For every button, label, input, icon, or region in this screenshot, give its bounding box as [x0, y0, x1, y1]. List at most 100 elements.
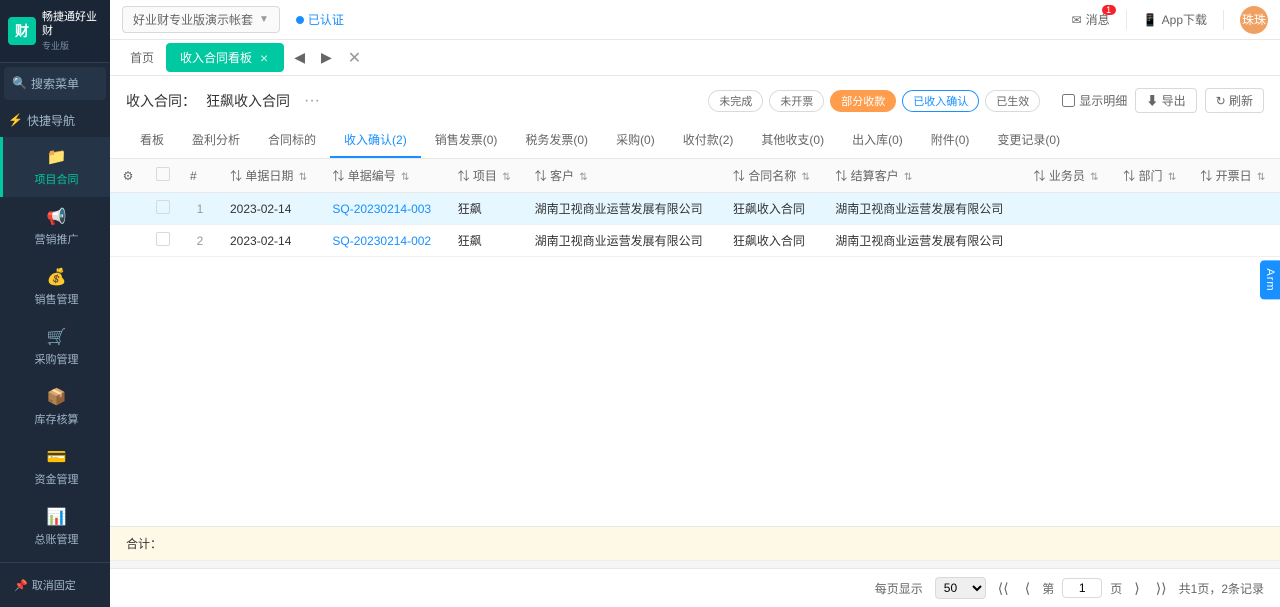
- sidebar-scroll: 🔍 搜索菜单 ⚡ 快捷导航 📁 项目合同 📢 营销推广 💰 销售管理 🛒 采购管…: [0, 63, 110, 562]
- sub-tab-purchase[interactable]: 采购(0): [602, 123, 669, 158]
- sidebar-quicknav-item[interactable]: ⚡ 快捷导航: [0, 104, 110, 137]
- col-project-header[interactable]: ⇅ 项目 ⇅: [448, 159, 525, 193]
- sub-tabs: 看板盈利分析合同标的收入确认(2)销售发票(0)税务发票(0)采购(0)收付款(…: [126, 123, 1264, 158]
- col-code-header[interactable]: ⇅ 单据编号 ⇅: [322, 159, 447, 193]
- sidebar-search-item[interactable]: 🔍 搜索菜单: [4, 67, 106, 100]
- sidebar-items: 📁 项目合同 📢 营销推广 💰 销售管理 🛒 采购管理 📦 库存核算 💳 资金管…: [0, 137, 110, 562]
- status-tag-4[interactable]: 已生效: [985, 90, 1040, 112]
- row-contract-1: 狂飙收入合同: [723, 225, 825, 257]
- row-settings-0: [110, 193, 146, 225]
- marketing-icon: 📢: [47, 207, 67, 227]
- sidebar-item-inventory[interactable]: 📦 库存核算: [0, 377, 110, 437]
- row-code-1[interactable]: SQ-20230214-002: [322, 225, 447, 257]
- table-wrapper[interactable]: ⚙#⇅ 单据日期 ⇅⇅ 单据编号 ⇅⇅ 项目 ⇅⇅ 客户 ⇅⇅ 合同名称 ⇅⇅ …: [110, 159, 1280, 526]
- chevron-down-icon: ▼: [259, 14, 269, 25]
- sidebar-item-sales[interactable]: 💰 销售管理: [0, 257, 110, 317]
- show-detail-checkbox[interactable]: [1062, 94, 1075, 107]
- col-checkbox[interactable]: [146, 159, 180, 193]
- sub-tab-receipt[interactable]: 收付款(2): [669, 123, 748, 158]
- col-open-date-header[interactable]: ⇅ 开票日 ⇅: [1190, 159, 1280, 193]
- header-actions: 显示明细 ⬇ 导出 ↻ 刷新: [1062, 88, 1264, 113]
- user-avatar[interactable]: 珠珠: [1240, 6, 1268, 34]
- row-project-0: 狂飙: [448, 193, 525, 225]
- sub-tab-tax-invoice[interactable]: 税务发票(0): [511, 123, 602, 158]
- col-salesman-header[interactable]: ⇅ 业务员 ⇅: [1023, 159, 1113, 193]
- last-page-button[interactable]: ⟩⟩: [1152, 578, 1171, 599]
- income-contract-tab[interactable]: 收入合同看板 ×: [166, 43, 284, 72]
- sub-tab-change-log[interactable]: 变更记录(0): [983, 123, 1074, 158]
- settings-icon[interactable]: ⚙: [123, 169, 134, 183]
- tab-prev-button[interactable]: ◀: [288, 47, 311, 68]
- message-button[interactable]: ✉ 消息 1: [1072, 11, 1110, 28]
- search-icon: 🔍: [12, 76, 27, 90]
- sub-tab-kanban[interactable]: 看板: [126, 123, 178, 158]
- status-tag-3[interactable]: 已收入确认: [902, 90, 979, 112]
- grid-icon: ⚡: [8, 113, 23, 127]
- home-tab[interactable]: 首页: [122, 45, 162, 70]
- sidebar: 财 畅捷通好业财 专业版 🔍 搜索菜单 ⚡ 快捷导航 📁 项目合同 📢 营销推广…: [0, 0, 110, 607]
- row-contract-0: 狂飙收入合同: [723, 193, 825, 225]
- prev-page-button[interactable]: ⟨: [1021, 578, 1034, 599]
- col-num-header: #: [180, 159, 220, 193]
- doc-code-link-1[interactable]: SQ-20230214-002: [332, 234, 431, 248]
- row-customer-1: 湖南卫视商业运营发展有限公司: [525, 225, 723, 257]
- app-logo-text: 畅捷通好业财 专业版: [42, 10, 102, 52]
- doc-code-link-0[interactable]: SQ-20230214-003: [332, 202, 431, 216]
- col-settings[interactable]: ⚙: [110, 159, 146, 193]
- company-selector[interactable]: 好业财专业版演示帐套 ▼: [122, 6, 280, 33]
- per-page-select[interactable]: 50 100 200: [935, 577, 986, 599]
- first-page-button[interactable]: ⟨⟨: [994, 578, 1013, 599]
- sidebar-item-capital[interactable]: 💳 资金管理: [0, 437, 110, 497]
- sidebar-bottom: 📌 取消固定: [0, 562, 110, 607]
- status-tag-1[interactable]: 未开票: [769, 90, 824, 112]
- select-all-checkbox[interactable]: [156, 167, 170, 181]
- app-logo-icon: 财: [8, 17, 36, 45]
- table-row[interactable]: 22023-02-14SQ-20230214-002狂飙湖南卫视商业运营发展有限…: [110, 225, 1280, 257]
- phone-icon: 📱: [1143, 13, 1158, 27]
- sub-tab-sales-invoice[interactable]: 销售发票(0): [421, 123, 512, 158]
- col-customer-header[interactable]: ⇅ 客户 ⇅: [525, 159, 723, 193]
- tab-next-button[interactable]: ▶: [315, 47, 338, 68]
- horizontal-scrollbar[interactable]: [110, 560, 1280, 568]
- sub-tab-contract-std[interactable]: 合同标的: [254, 123, 330, 158]
- content-area: 收入合同： 狂飙收入合同 ··· 未完成未开票部分收款已收入确认已生效 显示明细…: [110, 76, 1280, 607]
- sidebar-item-general[interactable]: 📊 总账管理: [0, 497, 110, 557]
- sub-tab-income-confirm[interactable]: 收入确认(2): [330, 123, 421, 158]
- export-button[interactable]: ⬇ 导出: [1135, 88, 1196, 113]
- sidebar-item-purchase[interactable]: 🛒 采购管理: [0, 317, 110, 377]
- refresh-button[interactable]: ↻ 刷新: [1205, 88, 1264, 113]
- company-name: 好业财专业版演示帐套: [133, 11, 253, 28]
- row-date-1: 2023-02-14: [220, 225, 322, 257]
- main-area: 好业财专业版演示帐套 ▼ 已认证 ✉ 消息 1 📱 App下载 珠珠 首页: [110, 0, 1280, 607]
- col-date-header[interactable]: ⇅ 单据日期 ⇅: [220, 159, 322, 193]
- sidebar-item-project[interactable]: 📁 项目合同: [0, 137, 110, 197]
- summary-row: 合计：: [110, 526, 1280, 560]
- show-detail-checkbox-label[interactable]: 显示明细: [1062, 88, 1127, 113]
- status-tag-2[interactable]: 部分收款: [830, 90, 896, 112]
- col-end-customer-header[interactable]: ⇅ 结算客户 ⇅: [825, 159, 1023, 193]
- page-number-input[interactable]: [1062, 578, 1102, 598]
- right-panel-button[interactable]: Arm: [1260, 260, 1280, 299]
- col-department-header[interactable]: ⇅ 部门 ⇅: [1113, 159, 1190, 193]
- status-tag-0[interactable]: 未完成: [708, 90, 763, 112]
- row-checkbox-0[interactable]: [146, 193, 180, 225]
- sidebar-pin-button[interactable]: 📌 取消固定: [8, 571, 102, 599]
- sub-tab-attachment[interactable]: 附件(0): [917, 123, 984, 158]
- row-project-1: 狂飙: [448, 225, 525, 257]
- col-contract-header[interactable]: ⇅ 合同名称 ⇅: [723, 159, 825, 193]
- more-button[interactable]: ···: [304, 92, 320, 110]
- tab-close-button[interactable]: ×: [258, 51, 270, 65]
- sub-tab-profit[interactable]: 盈利分析: [178, 123, 254, 158]
- tab-close-all-button[interactable]: ✕: [342, 46, 367, 70]
- sidebar-item-marketing[interactable]: 📢 营销推广: [0, 197, 110, 257]
- row-checkbox-1[interactable]: [146, 225, 180, 257]
- row-code-0[interactable]: SQ-20230214-003: [322, 193, 447, 225]
- next-page-button[interactable]: ⟩: [1130, 578, 1143, 599]
- sub-tab-other-income[interactable]: 其他收支(0): [747, 123, 838, 158]
- table-row[interactable]: 12023-02-14SQ-20230214-003狂飙湖南卫视商业运营发展有限…: [110, 193, 1280, 225]
- page-header-top: 收入合同： 狂飙收入合同 ··· 未完成未开票部分收款已收入确认已生效 显示明细…: [126, 88, 1264, 113]
- sidebar-logo: 财 畅捷通好业财 专业版: [0, 0, 110, 63]
- row-num-0: 1: [180, 193, 220, 225]
- app-download-button[interactable]: 📱 App下载: [1143, 11, 1207, 28]
- sub-tab-warehouse[interactable]: 出入库(0): [838, 123, 917, 158]
